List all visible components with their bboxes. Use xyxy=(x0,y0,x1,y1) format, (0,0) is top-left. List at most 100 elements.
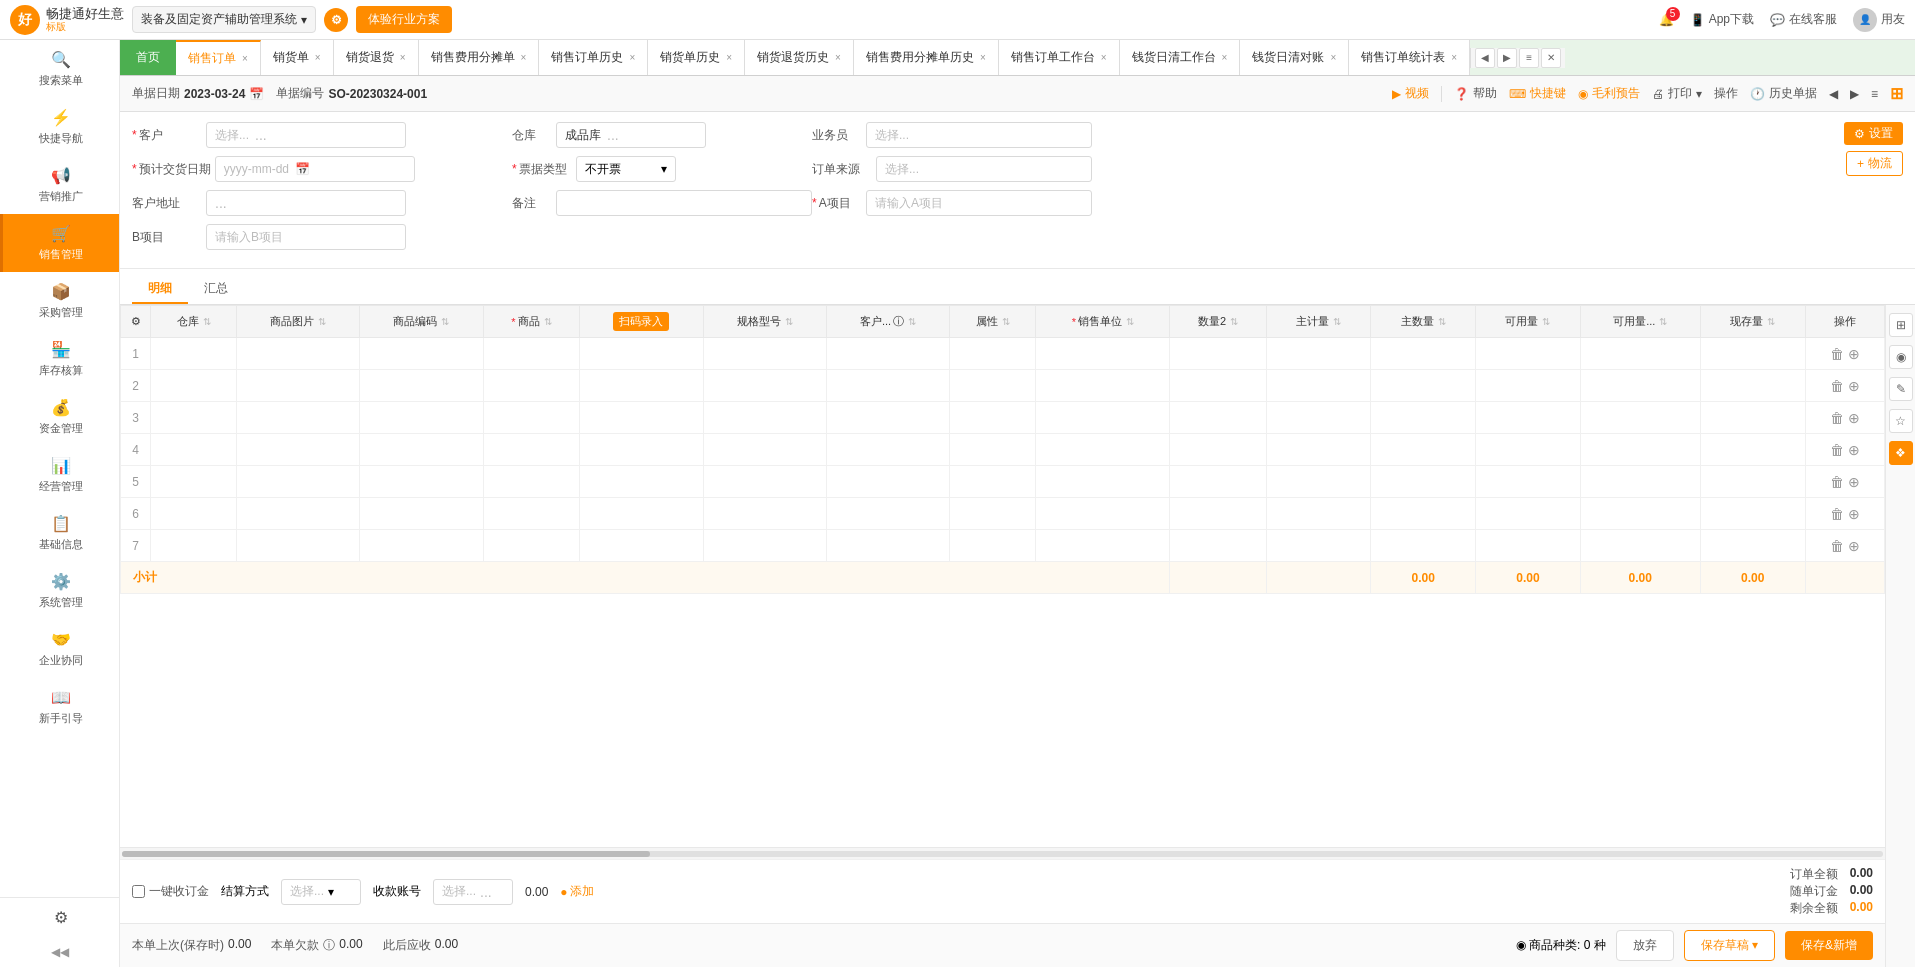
cell-qty2[interactable] xyxy=(1170,338,1266,370)
sidebar-item-marketing[interactable]: 📢 营销推广 xyxy=(0,156,119,214)
tab-close-icon[interactable]: × xyxy=(521,52,527,63)
scan-button[interactable]: 扫码录入 xyxy=(613,312,669,331)
address-input[interactable]: ... xyxy=(206,190,406,216)
tab-sales-bill[interactable]: 销货单 × xyxy=(261,40,334,75)
sidebar-item-purchase[interactable]: 📦 采购管理 xyxy=(0,272,119,330)
tab-close-icon[interactable]: × xyxy=(629,52,635,63)
solution-button[interactable]: 体验行业方案 xyxy=(356,6,452,33)
delete-row-button[interactable]: 🗑 xyxy=(1830,410,1844,426)
add-payment-button[interactable]: ● 添加 xyxy=(560,883,593,900)
tab-daily-clear-account[interactable]: 钱货日清对账 × xyxy=(1240,40,1349,75)
copy-row-button[interactable]: ⊕ xyxy=(1848,538,1860,554)
cell-attr[interactable] xyxy=(950,338,1036,370)
settings-icon[interactable]: ⚙ xyxy=(324,8,348,32)
user-menu[interactable]: 👤 用友 xyxy=(1853,8,1905,32)
cell-warehouse[interactable] xyxy=(151,338,237,370)
payment-account-select[interactable]: 选择... ... xyxy=(433,879,513,905)
staff-input[interactable]: 选择... xyxy=(866,122,1092,148)
shortcut-button[interactable]: ⌨ 快捷键 xyxy=(1509,85,1566,102)
cell-product[interactable] xyxy=(483,338,580,370)
tab-daily-clear-workbench[interactable]: 钱货日清工作台 × xyxy=(1120,40,1241,75)
new-document-button[interactable]: ⊞ xyxy=(1890,84,1903,103)
tab-sales-bill-history[interactable]: 销货单历史 × xyxy=(648,40,745,75)
delivery-date-input[interactable]: yyyy-mm-dd 📅 xyxy=(215,156,415,182)
tab-next-button[interactable]: ▶ xyxy=(1497,48,1517,68)
customer-input[interactable]: 选择... ... xyxy=(206,122,406,148)
save-draft-button[interactable]: 保存草稿 ▾ xyxy=(1684,930,1775,961)
copy-row-button[interactable]: ⊕ xyxy=(1848,346,1860,362)
tab-close-icon[interactable]: × xyxy=(1451,52,1457,63)
col-settings[interactable]: ⚙ xyxy=(121,306,151,338)
cell-customer-code[interactable] xyxy=(826,338,950,370)
tab-sales-return-history[interactable]: 销货退货历史 × xyxy=(745,40,854,75)
note-input[interactable] xyxy=(556,190,812,216)
horizontal-scrollbar[interactable] xyxy=(120,847,1885,859)
cell-image[interactable] xyxy=(237,338,360,370)
cell-available[interactable] xyxy=(1476,338,1581,370)
tab-close-icon[interactable]: × xyxy=(835,52,841,63)
sidebar-item-sales[interactable]: 🛒 销售管理 xyxy=(0,214,119,272)
cell-main-qty[interactable] xyxy=(1371,338,1476,370)
copy-row-button[interactable]: ⊕ xyxy=(1848,378,1860,394)
sidebar-item-finance[interactable]: 💰 资金管理 xyxy=(0,388,119,446)
cell-current-stock[interactable] xyxy=(1700,338,1805,370)
tab-close-icon[interactable]: × xyxy=(1330,52,1336,63)
sidebar-item-inventory[interactable]: 🏪 库存核算 xyxy=(0,330,119,388)
info-icon[interactable]: ⓘ xyxy=(323,937,335,954)
payment-method-select[interactable]: 选择... ▾ xyxy=(281,879,361,905)
tab-order-workbench[interactable]: 销售订单工作台 × xyxy=(999,40,1120,75)
cell-available2[interactable] xyxy=(1580,338,1700,370)
right-panel-icon-5[interactable]: ❖ xyxy=(1889,441,1913,465)
table-wrapper[interactable]: ⚙ 仓库⇅ 商品图片⇅ 商品编码⇅ xyxy=(120,305,1885,847)
delete-row-button[interactable]: 🗑 xyxy=(1830,378,1844,394)
list-view-button[interactable]: ≡ xyxy=(1871,87,1878,101)
b-project-input[interactable]: 请输入B项目 xyxy=(206,224,406,250)
tab-sales-expense[interactable]: 销售费用分摊单 × xyxy=(419,40,540,75)
cell-code[interactable] xyxy=(360,338,483,370)
online-service[interactable]: 💬 在线客服 xyxy=(1770,11,1837,28)
sidebar-item-collab[interactable]: 🤝 企业协同 xyxy=(0,620,119,678)
copy-row-button[interactable]: ⊕ xyxy=(1848,506,1860,522)
calendar-icon[interactable]: 📅 xyxy=(249,87,264,101)
tab-expense-history[interactable]: 销售费用分摊单历史 × xyxy=(854,40,999,75)
sidebar-collapse-button[interactable]: ◀◀ xyxy=(0,937,119,967)
order-source-input[interactable]: 选择... xyxy=(876,156,1092,182)
tab-close-icon[interactable]: × xyxy=(242,53,248,64)
right-panel-icon-1[interactable]: ⊞ xyxy=(1889,313,1913,337)
tab-close-icon[interactable]: × xyxy=(1222,52,1228,63)
sidebar-item-settings[interactable]: ⚙ xyxy=(0,898,119,937)
product-count-icon[interactable]: ◉ xyxy=(1516,938,1526,952)
right-panel-icon-3[interactable]: ✎ xyxy=(1889,377,1913,401)
app-download[interactable]: 📱 App下载 xyxy=(1690,11,1754,28)
tab-menu-button[interactable]: ≡ xyxy=(1519,48,1539,68)
detail-tab-summary[interactable]: 汇总 xyxy=(188,275,244,304)
one-click-deposit-checkbox[interactable]: 一键收订金 xyxy=(132,883,209,900)
tab-sales-summary[interactable]: 销售订单统计表 × xyxy=(1349,40,1470,75)
delete-row-button[interactable]: 🗑 xyxy=(1830,346,1844,362)
tab-close-icon[interactable]: × xyxy=(1101,52,1107,63)
logistics-button[interactable]: + 物流 xyxy=(1846,151,1903,176)
system-selector[interactable]: 装备及固定资产辅助管理系统 ▾ xyxy=(132,6,316,33)
sidebar-item-guide[interactable]: 📖 新手引导 xyxy=(0,678,119,736)
help-button[interactable]: ❓ 帮助 xyxy=(1454,85,1497,102)
sidebar-item-search[interactable]: 🔍 搜索菜单 xyxy=(0,40,119,98)
delete-row-button[interactable]: 🗑 xyxy=(1830,474,1844,490)
copy-row-button[interactable]: ⊕ xyxy=(1848,474,1860,490)
info-icon[interactable]: ⓘ xyxy=(893,314,904,329)
print-button[interactable]: 🖨 打印 ▾ xyxy=(1652,85,1702,102)
sidebar-item-operation[interactable]: 📊 经营管理 xyxy=(0,446,119,504)
col-scan[interactable]: 扫码录入 xyxy=(580,306,703,338)
tab-close-icon[interactable]: × xyxy=(400,52,406,63)
cell-spec[interactable] xyxy=(703,338,826,370)
pagination-prev[interactable]: ◀ xyxy=(1829,87,1838,101)
tab-close-all-button[interactable]: ✕ xyxy=(1541,48,1561,68)
sidebar-item-base-info[interactable]: 📋 基础信息 xyxy=(0,504,119,562)
notification-bell[interactable]: 🔔 5 xyxy=(1659,13,1674,27)
invoice-type-select[interactable]: 不开票 ▾ xyxy=(576,156,676,182)
history-button[interactable]: 🕐 历史单据 xyxy=(1750,85,1817,102)
delete-row-button[interactable]: 🗑 xyxy=(1830,506,1844,522)
a-project-input[interactable]: 请输入A项目 xyxy=(866,190,1092,216)
right-panel-icon-4[interactable]: ☆ xyxy=(1889,409,1913,433)
tab-close-icon[interactable]: × xyxy=(726,52,732,63)
tab-close-icon[interactable]: × xyxy=(980,52,986,63)
